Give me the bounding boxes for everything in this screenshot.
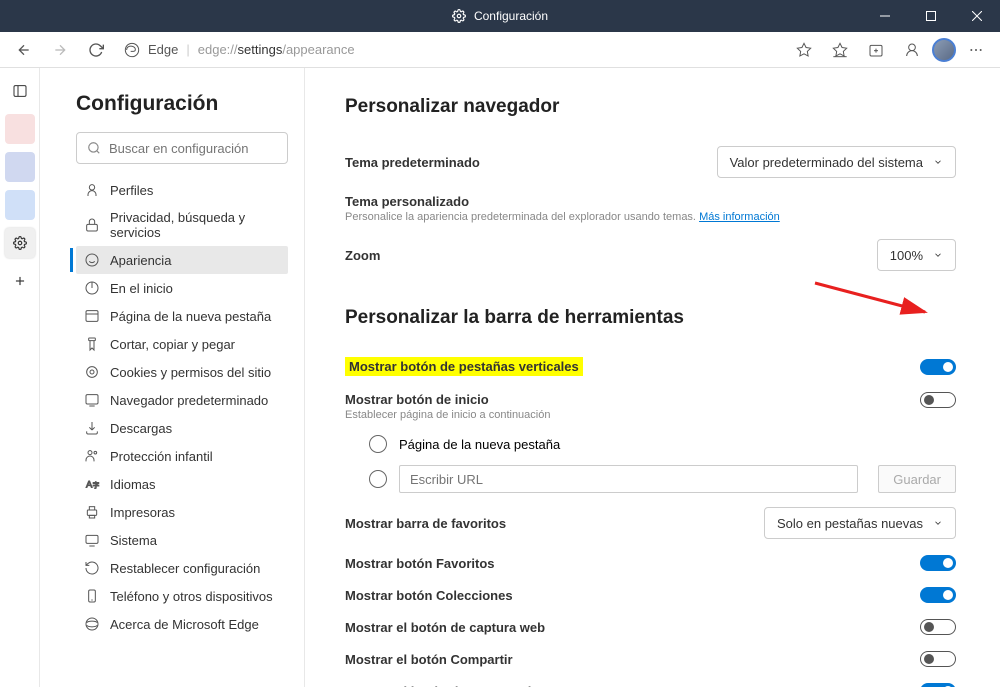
favorites-bar-dropdown[interactable]: Solo en pestañas nuevas	[764, 507, 956, 539]
custom-theme-label: Tema personalizado	[345, 194, 956, 209]
section-title: Personalizar navegador	[345, 96, 956, 118]
default-theme-label: Tema predeterminado	[345, 155, 480, 170]
edge-logo-icon	[124, 42, 140, 58]
nav-icon	[84, 504, 100, 520]
maximize-button[interactable]	[908, 0, 954, 32]
sidebar-item[interactable]: Descargas	[76, 414, 288, 442]
nav-icon	[84, 336, 100, 352]
collections-btn-toggle[interactable]	[920, 587, 956, 603]
sidebar-item[interactable]: A字Idiomas	[76, 470, 288, 498]
chevron-down-icon	[933, 250, 943, 260]
profile-label: Edge	[148, 42, 178, 57]
nav-icon	[84, 560, 100, 576]
home-button-label: Mostrar botón de inicio	[345, 392, 550, 407]
vertical-tabs-toggle-icon[interactable]	[5, 76, 35, 106]
vertical-tabs-toggle[interactable]	[920, 359, 956, 375]
favorite-star-icon[interactable]	[788, 34, 820, 66]
refresh-button[interactable]	[80, 34, 112, 66]
favorites-bar-label: Mostrar barra de favoritos	[345, 516, 506, 531]
nav-icon: A字	[84, 476, 100, 492]
sidebar-item[interactable]: Cookies y permisos del sitio	[76, 358, 288, 386]
address-bar[interactable]: Edge | edge://settings/appearance	[116, 36, 784, 64]
tab-favicon[interactable]	[5, 152, 35, 182]
nav-icon	[84, 252, 100, 268]
sidebar-item[interactable]: Protección infantil	[76, 442, 288, 470]
chevron-down-icon	[933, 157, 943, 167]
search-icon	[87, 141, 101, 155]
nav-icon	[84, 588, 100, 604]
close-button[interactable]	[954, 0, 1000, 32]
save-button[interactable]: Guardar	[878, 465, 956, 493]
sidebar-item[interactable]: Privacidad, búsqueda y servicios	[76, 204, 288, 246]
nav-icon	[84, 364, 100, 380]
sidebar-item[interactable]: Página de la nueva pestaña	[76, 302, 288, 330]
sidebar-item[interactable]: En el inicio	[76, 274, 288, 302]
sidebar-item[interactable]: Impresoras	[76, 498, 288, 526]
nav-icon	[84, 217, 100, 233]
sidebar-item[interactable]: Apariencia	[76, 246, 288, 274]
minimize-button[interactable]	[862, 0, 908, 32]
tab-settings[interactable]	[5, 228, 35, 258]
page-title: Configuración	[76, 92, 288, 116]
home-button-toggle[interactable]	[920, 392, 956, 408]
titlebar: Configuración	[0, 0, 1000, 32]
vertical-tabs-strip	[0, 68, 40, 687]
forward-button[interactable]	[44, 34, 76, 66]
capture-btn-toggle[interactable]	[920, 619, 956, 635]
tab-favicon[interactable]	[5, 114, 35, 144]
settings-sidebar: Configuración PerfilesPrivacidad, búsque…	[40, 68, 305, 687]
browser-toolbar: Edge | edge://settings/appearance	[0, 32, 1000, 68]
radio-custom-url[interactable]	[369, 470, 387, 488]
back-button[interactable]	[8, 34, 40, 66]
avatar[interactable]	[932, 38, 956, 62]
nav-icon	[84, 392, 100, 408]
favorites-btn-toggle[interactable]	[920, 555, 956, 571]
url-text: edge://settings/appearance	[198, 42, 355, 57]
feedback-button[interactable]	[896, 34, 928, 66]
feedback-btn-toggle[interactable]	[920, 683, 956, 687]
new-tab-button[interactable]	[5, 266, 35, 296]
nav-icon	[84, 420, 100, 436]
gear-icon	[452, 9, 466, 23]
sidebar-item[interactable]: Restablecer configuración	[76, 554, 288, 582]
default-theme-dropdown[interactable]: Valor predeterminado del sistema	[717, 146, 956, 178]
more-info-link[interactable]: Más información	[699, 211, 780, 223]
svg-text:A: A	[86, 479, 93, 489]
nav-icon	[84, 616, 100, 632]
section-title: Personalizar la barra de herramientas	[345, 307, 956, 329]
sidebar-item[interactable]: Sistema	[76, 526, 288, 554]
nav-icon	[84, 448, 100, 464]
favorites-button[interactable]	[824, 34, 856, 66]
titlebar-title: Configuración	[474, 9, 548, 23]
zoom-dropdown[interactable]: 100%	[877, 239, 956, 271]
collections-button[interactable]	[860, 34, 892, 66]
radio-new-tab-page[interactable]	[369, 435, 387, 453]
settings-panel: Personalizar navegador Tema predetermina…	[305, 68, 1000, 687]
chevron-down-icon	[933, 518, 943, 528]
svg-text:字: 字	[93, 480, 100, 489]
zoom-label: Zoom	[345, 248, 380, 263]
search-input[interactable]	[76, 132, 288, 164]
tab-favicon[interactable]	[5, 190, 35, 220]
nav-icon	[84, 532, 100, 548]
menu-button[interactable]	[960, 34, 992, 66]
vertical-tabs-label: Mostrar botón de pestañas verticales	[345, 357, 583, 376]
share-btn-toggle[interactable]	[920, 651, 956, 667]
sidebar-item[interactable]: Acerca de Microsoft Edge	[76, 610, 288, 638]
homepage-url-input[interactable]	[399, 465, 858, 493]
nav-icon	[84, 182, 100, 198]
nav-icon	[84, 308, 100, 324]
nav-icon	[84, 280, 100, 296]
sidebar-item[interactable]: Navegador predeterminado	[76, 386, 288, 414]
sidebar-item[interactable]: Perfiles	[76, 176, 288, 204]
sidebar-item[interactable]: Cortar, copiar y pegar	[76, 330, 288, 358]
sidebar-item[interactable]: Teléfono y otros dispositivos	[76, 582, 288, 610]
